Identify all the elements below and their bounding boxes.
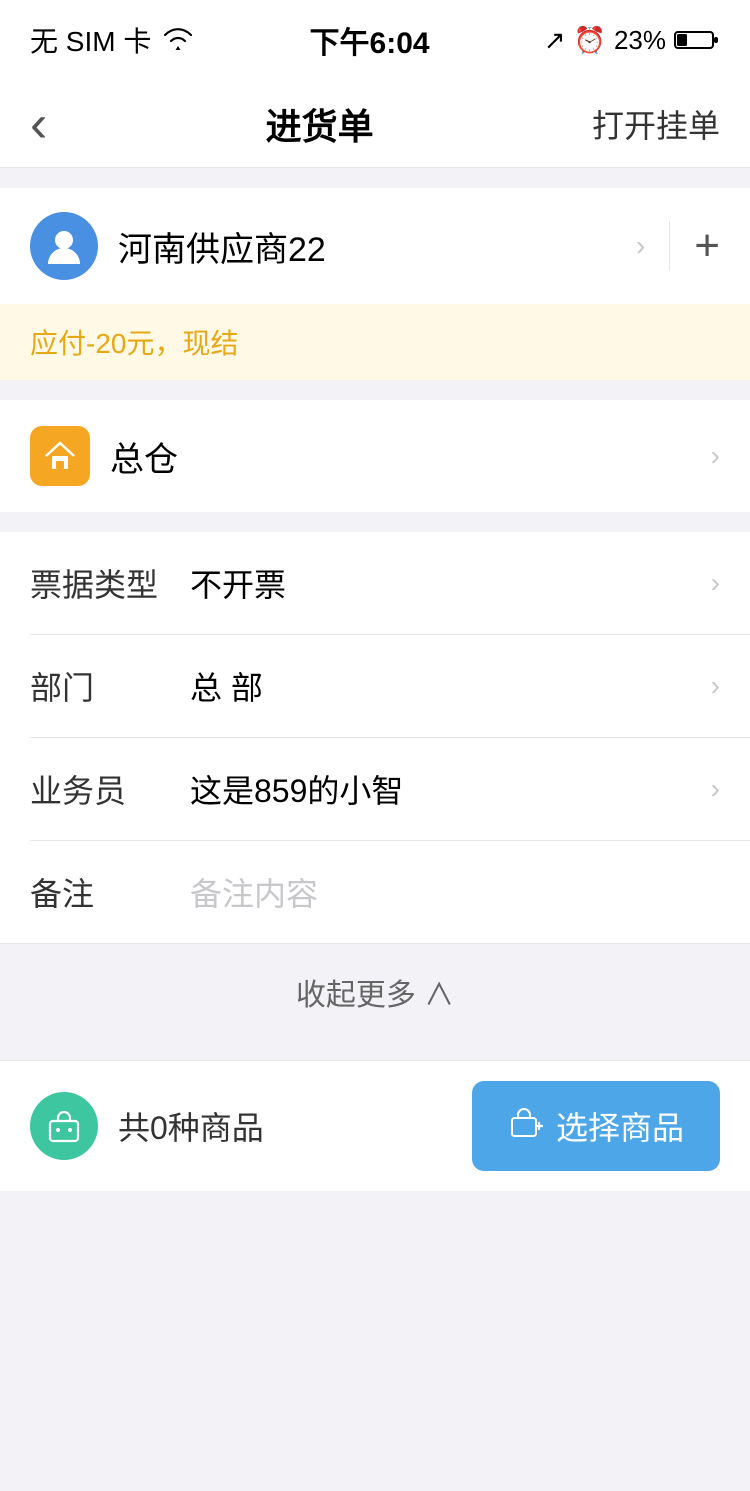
alarm-icon: ⏰ <box>574 25 606 56</box>
house-icon <box>42 438 78 474</box>
gap-4 <box>0 1040 750 1060</box>
avatar <box>30 212 98 280</box>
select-goods-label: 选择商品 <box>556 1103 684 1149</box>
supplier-section: 河南供应商22 › + 应付-20元，现结 <box>0 188 750 380</box>
status-right: ↗ ⏰ 23% <box>544 25 720 56</box>
note-row[interactable]: 备注 备注内容 <box>0 841 750 943</box>
dept-label: 部门 <box>30 663 170 709</box>
notice-bar: 应付-20元，现结 <box>0 304 750 380</box>
salesman-label: 业务员 <box>30 766 170 812</box>
collapse-button[interactable]: 收起更多 ∧ <box>296 970 454 1014</box>
battery-text: 23% <box>614 25 666 56</box>
note-label: 备注 <box>30 869 170 915</box>
invoice-chevron: › <box>711 567 720 599</box>
supplier-chevron: › <box>636 230 645 262</box>
invoice-row[interactable]: 票据类型 不开票 › <box>0 532 750 634</box>
supplier-row[interactable]: 河南供应商22 › + <box>0 188 750 304</box>
back-button[interactable]: ‹ <box>30 94 47 154</box>
open-pending-button[interactable]: 打开挂单 <box>592 101 720 147</box>
cart-icon <box>45 1107 83 1145</box>
select-goods-icon <box>508 1108 544 1144</box>
salesman-chevron: › <box>711 773 720 805</box>
page-title: 进货单 <box>266 98 374 150</box>
warehouse-row[interactable]: 总仓 › <box>0 400 750 512</box>
divider <box>669 221 670 271</box>
dept-chevron: › <box>711 670 720 702</box>
collapse-row[interactable]: 收起更多 ∧ <box>0 943 750 1040</box>
warehouse-chevron: › <box>711 440 720 472</box>
salesman-value: 这是859的小智 <box>170 766 711 812</box>
location-icon: ↗ <box>544 25 566 56</box>
invoice-value: 不开票 <box>170 560 711 606</box>
dept-value: 总 部 <box>170 663 711 709</box>
form-section: 票据类型 不开票 › 部门 总 部 › 业务员 这是859的小智 › 备注 备注… <box>0 532 750 943</box>
warehouse-icon <box>30 426 90 486</box>
dept-row[interactable]: 部门 总 部 › <box>0 635 750 737</box>
battery-icon <box>674 28 720 52</box>
gap-1 <box>0 168 750 188</box>
add-supplier-button[interactable]: + <box>694 224 720 268</box>
gap-2 <box>0 380 750 400</box>
note-input[interactable]: 备注内容 <box>170 869 720 915</box>
invoice-label: 票据类型 <box>30 560 170 606</box>
warehouse-section: 总仓 › <box>0 400 750 512</box>
product-count: 共0种商品 <box>118 1103 472 1149</box>
product-icon-wrap <box>30 1092 98 1160</box>
warehouse-name: 总仓 <box>110 432 711 481</box>
wifi-icon <box>161 28 195 52</box>
person-icon <box>44 226 84 266</box>
status-time: 下午6:04 <box>310 18 430 62</box>
gap-3 <box>0 512 750 532</box>
supplier-name: 河南供应商22 <box>118 222 636 271</box>
salesman-row[interactable]: 业务员 这是859的小智 › <box>0 738 750 840</box>
nav-bar: ‹ 进货单 打开挂单 <box>0 80 750 168</box>
select-goods-button[interactable]: 选择商品 <box>472 1081 720 1171</box>
page-bg <box>0 1191 750 1491</box>
status-bar: 无 SIM 卡 下午6:04 ↗ ⏰ 23% <box>0 0 750 80</box>
bottom-bar: 共0种商品 选择商品 <box>0 1060 750 1191</box>
status-carrier: 无 SIM 卡 <box>30 20 195 60</box>
notice-text: 应付-20元，现结 <box>30 328 238 359</box>
